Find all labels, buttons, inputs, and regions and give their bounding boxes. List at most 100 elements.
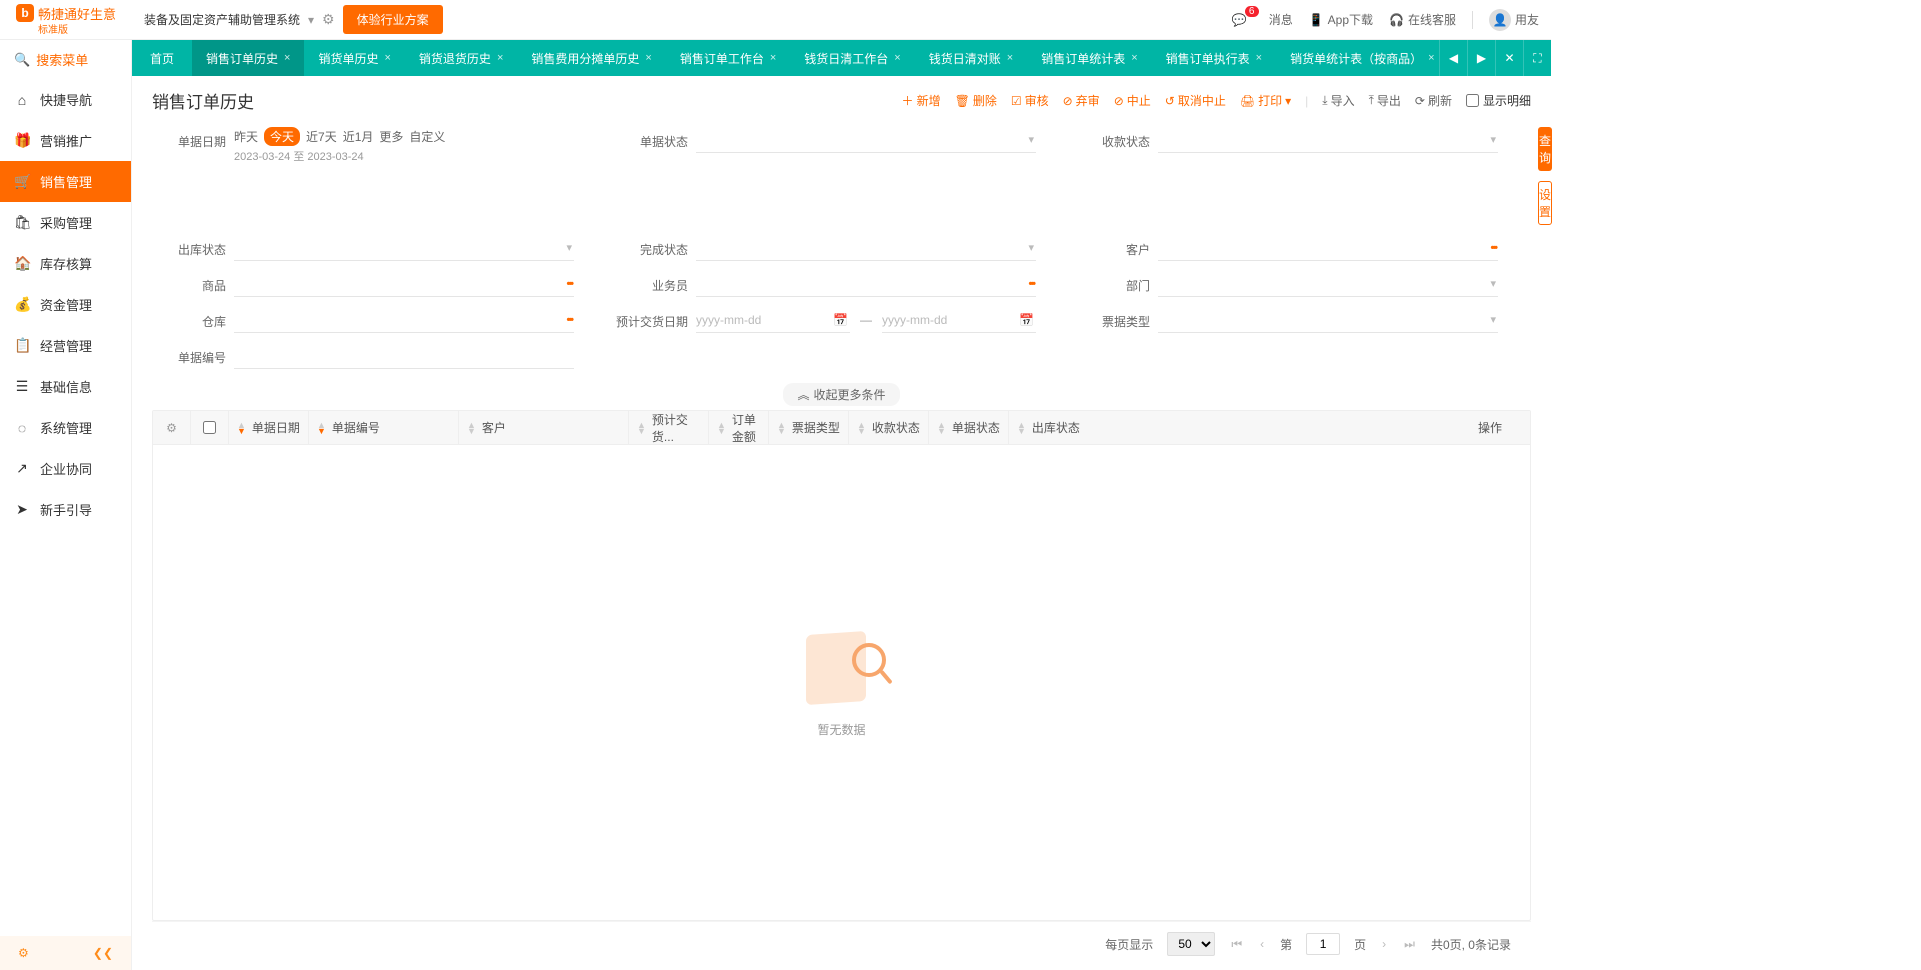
table-column[interactable]: ▲▼票据类型 (769, 411, 849, 444)
search-menu[interactable]: 🔍 搜索菜单 (0, 40, 131, 79)
messages-button[interactable]: 💬 6 消息 (1232, 11, 1293, 28)
export-button[interactable]: ⤒导出 (1369, 92, 1401, 109)
column-settings[interactable]: ⚙ (153, 411, 191, 444)
table-column[interactable]: ▲▼单据状态 (929, 411, 1009, 444)
refresh-button[interactable]: ⟳刷新 (1415, 92, 1452, 109)
expect-date-from[interactable]: yyyy-mm-dd📅 (696, 307, 850, 333)
sidebar-item[interactable]: 🛒销售管理 (0, 161, 131, 202)
close-icon[interactable]: × (645, 52, 651, 64)
import-button[interactable]: ⤓导入 (1322, 92, 1354, 109)
system-selector[interactable]: 装备及固定资产辅助管理系统 ▾ (144, 11, 314, 28)
unstop-button[interactable]: ↺取消中止 (1165, 92, 1226, 109)
delete-button[interactable]: 🗑删除 (955, 92, 997, 109)
product-select[interactable]: ••• (234, 271, 574, 297)
next-page-button[interactable]: › (1380, 937, 1388, 951)
app-download-button[interactable]: 📱 App下载 (1309, 11, 1373, 28)
query-button[interactable]: 查询 (1538, 127, 1552, 171)
sidebar-item[interactable]: ◌系统管理 (0, 407, 131, 448)
page-summary: 共0页, 0条记录 (1431, 936, 1511, 953)
table-column[interactable]: ▲▼单据编号 (309, 411, 459, 444)
bill-no-input[interactable] (234, 343, 574, 369)
tab[interactable]: 销货单历史× (304, 40, 404, 76)
tab[interactable]: 销售费用分摊单历史× (517, 40, 665, 76)
date-chip[interactable]: 昨天 (234, 128, 258, 145)
tab[interactable]: 钱货日清对账× (915, 40, 1027, 76)
date-chip[interactable]: 自定义 (409, 128, 445, 145)
tab[interactable]: 钱货日清工作台× (790, 40, 914, 76)
collapse-sidebar-icon[interactable]: ❮❮ (93, 946, 113, 960)
last-page-button[interactable]: ⏭ (1402, 937, 1417, 952)
bill-status-select[interactable]: ▾ (696, 127, 1036, 153)
tab-home[interactable]: 首页 (132, 40, 192, 76)
collapse-filter-button[interactable]: ︽ 收起更多条件 (783, 383, 899, 406)
sidebar-item[interactable]: ☰基础信息 (0, 366, 131, 407)
settings-button[interactable]: 设置 (1538, 181, 1552, 225)
close-icon[interactable]: × (497, 52, 503, 64)
close-icon[interactable]: × (284, 52, 290, 64)
tabs-close-button[interactable]: ✕ (1495, 40, 1523, 76)
abandon-button[interactable]: ⊘弃审 (1063, 92, 1100, 109)
sidebar-item[interactable]: 🛍采购管理 (0, 202, 131, 243)
prev-page-button[interactable]: ‹ (1258, 937, 1266, 951)
sidebar-item[interactable]: 🏠库存核算 (0, 243, 131, 284)
settings-icon[interactable]: ⚙ (18, 946, 29, 960)
close-icon[interactable]: × (1131, 52, 1137, 64)
audit-button[interactable]: ☑审核 (1011, 92, 1049, 109)
table-column[interactable]: ▲▼订单金额 (709, 411, 769, 444)
table-column[interactable]: ▲▼单据日期 (229, 411, 309, 444)
receipt-status-select[interactable]: ▾ (1158, 127, 1498, 153)
sidebar-item[interactable]: 📋经营管理 (0, 325, 131, 366)
warehouse-select[interactable]: ••• (234, 307, 574, 333)
out-status-select[interactable]: ▾ (234, 235, 574, 261)
tabs-prev-button[interactable]: ◀ (1439, 40, 1467, 76)
show-detail-checkbox[interactable]: 显示明细 (1466, 92, 1531, 109)
industry-plan-button[interactable]: 体验行业方案 (343, 5, 443, 34)
table-column[interactable]: ▲▼预计交货... (629, 411, 709, 444)
table-column[interactable]: ▲▼收款状态 (849, 411, 929, 444)
sidebar-item[interactable]: ➤新手引导 (0, 489, 131, 530)
tab[interactable]: 销售订单执行表× (1152, 40, 1276, 76)
date-chip[interactable]: 近1月 (343, 128, 374, 145)
tabs-fullscreen-button[interactable]: ⛶ (1523, 40, 1551, 76)
invoice-type-select[interactable]: ▾ (1158, 307, 1498, 333)
customer-select[interactable]: ••• (1158, 235, 1498, 261)
stop-button[interactable]: ⊘中止 (1114, 92, 1151, 109)
first-page-button[interactable]: ⏮ (1229, 937, 1244, 952)
more-icon: ••• (1028, 278, 1034, 290)
sidebar-item[interactable]: ↗企业协同 (0, 448, 131, 489)
page-input[interactable] (1306, 933, 1340, 955)
tab[interactable]: 销货单统计表（按商品）× (1276, 40, 1439, 76)
gear-icon[interactable]: ⚙ (322, 11, 335, 28)
page-size-select[interactable]: 50 (1167, 932, 1215, 956)
salesman-select[interactable]: ••• (696, 271, 1036, 297)
sidebar-item[interactable]: 💰资金管理 (0, 284, 131, 325)
tab[interactable]: 销售订单统计表× (1027, 40, 1151, 76)
customer-service-button[interactable]: 🎧 在线客服 (1389, 11, 1456, 28)
finish-status-select[interactable]: ▾ (696, 235, 1036, 261)
close-icon[interactable]: × (1428, 52, 1434, 64)
close-icon[interactable]: × (770, 52, 776, 64)
tab[interactable]: 销售订单历史× (192, 40, 304, 76)
message-icon: 💬 (1232, 13, 1247, 27)
close-icon[interactable]: × (384, 52, 390, 64)
table-column[interactable]: ▲▼客户 (459, 411, 629, 444)
nav-icon: 🛍 (14, 214, 30, 231)
tabs-next-button[interactable]: ▶ (1467, 40, 1495, 76)
dept-select[interactable]: ▾ (1158, 271, 1498, 297)
expect-date-to[interactable]: yyyy-mm-dd📅 (882, 307, 1036, 333)
close-icon[interactable]: × (1256, 52, 1262, 64)
close-icon[interactable]: × (894, 52, 900, 64)
close-icon[interactable]: × (1007, 52, 1013, 64)
tab[interactable]: 销售订单工作台× (666, 40, 790, 76)
tab[interactable]: 销货退货历史× (405, 40, 517, 76)
table-column[interactable]: ▲▼出库状态 (1009, 411, 1450, 444)
print-button[interactable]: 🖨打印 ▾ (1240, 92, 1291, 109)
date-chip[interactable]: 更多 (379, 128, 403, 145)
date-chip[interactable]: 今天 (264, 127, 300, 146)
select-all-checkbox[interactable] (191, 411, 229, 444)
add-button[interactable]: ＋新增 (902, 92, 941, 109)
sidebar-item[interactable]: ⌂快捷导航 (0, 79, 131, 120)
user-menu[interactable]: 👤 用友 (1489, 9, 1539, 31)
sidebar-item[interactable]: 🎁营销推广 (0, 120, 131, 161)
date-chip[interactable]: 近7天 (306, 128, 337, 145)
